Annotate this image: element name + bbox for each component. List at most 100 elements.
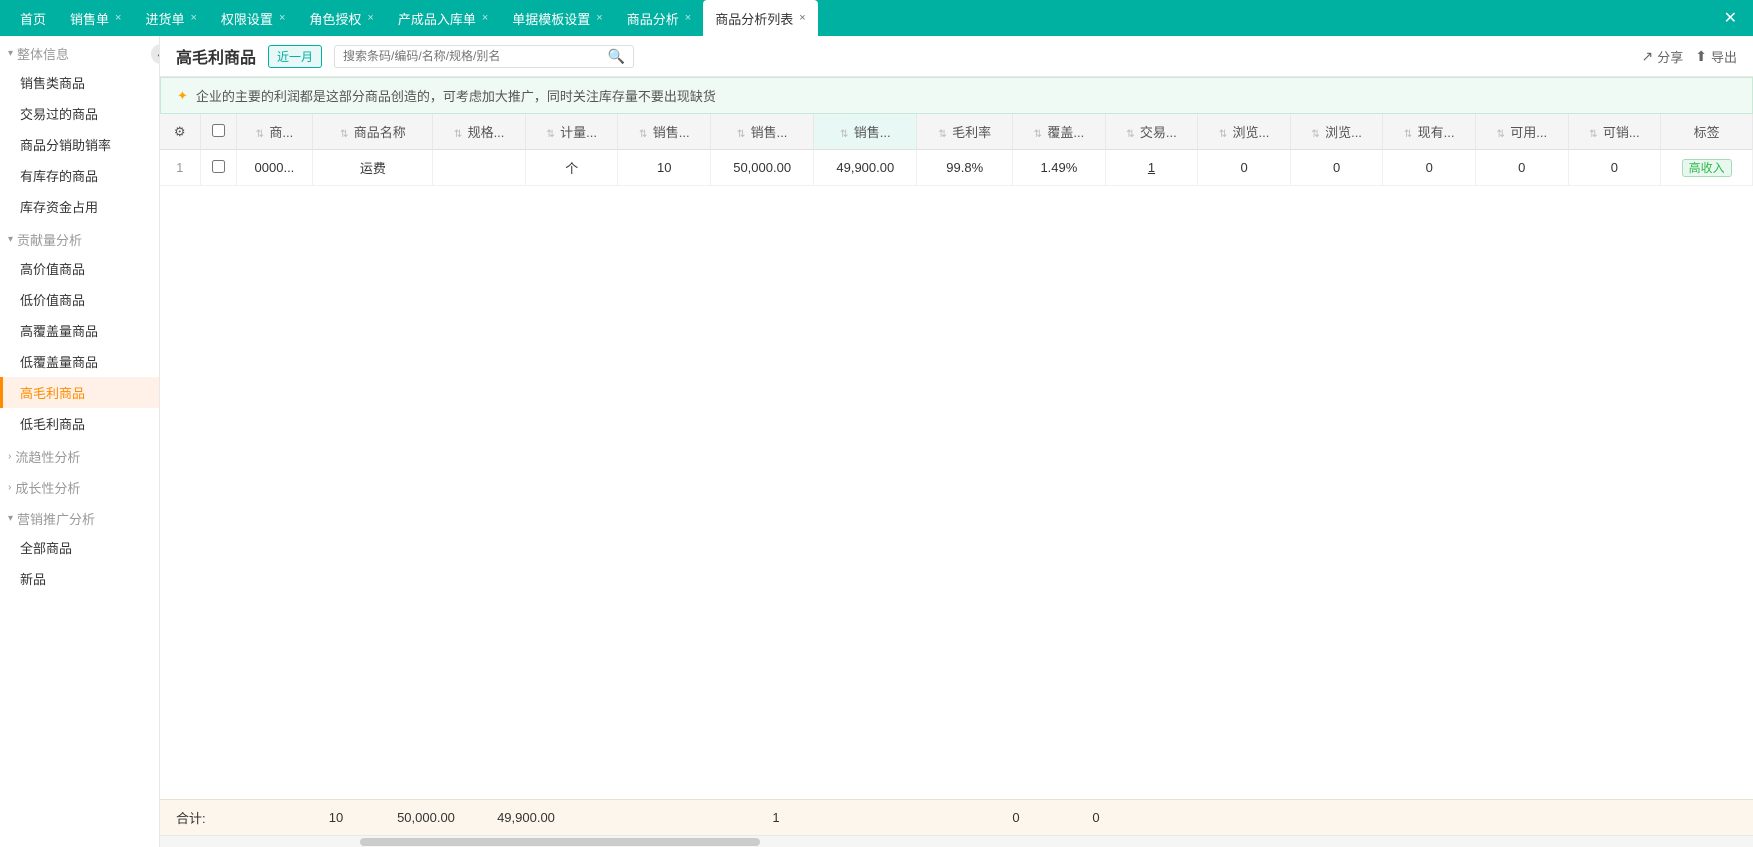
sort-icon-spec: ⇅	[454, 129, 462, 140]
sidebar-group-growth[interactable]: › 成长性分析	[0, 470, 159, 501]
sidebar-group-overall[interactable]: ▾ 整体信息	[0, 36, 159, 67]
select-all-checkbox[interactable]	[212, 124, 225, 137]
sidebar-item-low-margin[interactable]: 低毛利商品	[0, 408, 159, 439]
sidebar-item-sales-goods[interactable]: 销售类商品	[0, 67, 159, 98]
col-tag: 标签	[1661, 114, 1753, 150]
sidebar-item-traded-goods[interactable]: 交易过的商品	[0, 98, 159, 129]
col-stock-saleable[interactable]: ⇅ 可销...	[1568, 114, 1661, 150]
col-code[interactable]: ⇅ 商...	[236, 114, 313, 150]
sort-icon-sale3: ⇅	[840, 129, 848, 140]
row-stock-current: 0	[1383, 150, 1476, 186]
search-input[interactable]	[343, 49, 604, 63]
period-button[interactable]: 近一月	[268, 45, 322, 68]
footer-total: 合计: 10 50,000.00 49,900.00 1 0 0	[160, 799, 1753, 835]
col-coverage[interactable]: ⇅ 覆盖...	[1013, 114, 1106, 150]
sidebar: « ▾ 整体信息 销售类商品 交易过的商品 商品分销助销率 有库存的商品 库存资…	[0, 36, 160, 847]
group-arrow-marketing: ▾	[8, 513, 13, 524]
nav-tab-product-in[interactable]: 产成品入库单 ×	[386, 0, 500, 36]
sidebar-item-new-goods[interactable]: 新品	[0, 563, 159, 594]
main-layout: « ▾ 整体信息 销售类商品 交易过的商品 商品分销助销率 有库存的商品 库存资…	[0, 36, 1753, 847]
row-stock-saleable: 0	[1568, 150, 1661, 186]
sort-icon-gross-rate: ⇅	[938, 129, 946, 140]
sidebar-group-trend[interactable]: › 流趋性分析	[0, 439, 159, 470]
table-wrapper: ⚙ ⇅ 商... ⇅ 商品名称	[160, 114, 1753, 799]
horizontal-scrollbar[interactable]	[160, 835, 1753, 847]
settings-icon[interactable]: ⚙	[174, 124, 186, 139]
export-button[interactable]: ⬆ 导出	[1695, 47, 1737, 66]
col-stock-current[interactable]: ⇅ 现有...	[1383, 114, 1476, 150]
row-sale2: 50,000.00	[711, 150, 814, 186]
sort-icon-stock-saleable: ⇅	[1589, 129, 1597, 140]
nav-tab-sales[interactable]: 销售单 ×	[58, 0, 133, 36]
nav-tab-home[interactable]: 首页	[8, 0, 58, 36]
close-sales-tab[interactable]: ×	[115, 12, 121, 24]
nav-tab-purchase[interactable]: 进货单 ×	[133, 0, 208, 36]
col-browse1[interactable]: ⇅ 浏览...	[1198, 114, 1291, 150]
group-arrow-contribution: ▾	[8, 234, 13, 245]
row-tag: 高收入	[1661, 150, 1753, 186]
sidebar-item-high-margin[interactable]: 高毛利商品	[0, 377, 159, 408]
export-icon: ⬆	[1695, 48, 1707, 65]
sidebar-item-low-coverage[interactable]: 低覆盖量商品	[0, 346, 159, 377]
row-browse2: 0	[1290, 150, 1383, 186]
row-coverage: 1.49%	[1013, 150, 1106, 186]
col-gross-rate[interactable]: ⇅ 毛利率	[917, 114, 1013, 150]
sort-icon-unit: ⇅	[546, 129, 554, 140]
close-template-tab[interactable]: ×	[596, 12, 602, 24]
sidebar-group-contribution[interactable]: ▾ 贡献量分析	[0, 222, 159, 253]
footer-sale3: 49,900.00	[476, 810, 576, 825]
row-checkbox-cell[interactable]	[200, 150, 236, 186]
footer-sale2: 50,000.00	[376, 810, 476, 825]
sidebar-item-low-value[interactable]: 低价值商品	[0, 284, 159, 315]
sidebar-group-marketing[interactable]: ▾ 营销推广分析	[0, 501, 159, 532]
sidebar-item-stock-capital[interactable]: 库存资金占用	[0, 191, 159, 222]
close-product-in-tab[interactable]: ×	[482, 12, 488, 24]
group-arrow-growth: ›	[8, 482, 11, 493]
trade-link[interactable]: 1	[1148, 160, 1155, 175]
col-sale3[interactable]: ⇅ 销售...	[814, 114, 917, 150]
close-purchase-tab[interactable]: ×	[190, 12, 196, 24]
col-unit[interactable]: ⇅ 计量...	[525, 114, 618, 150]
nav-tab-product-analysis-list[interactable]: 商品分析列表 ×	[703, 0, 817, 36]
col-spec[interactable]: ⇅ 规格...	[433, 114, 526, 150]
nav-tab-product-analysis[interactable]: 商品分析 ×	[615, 0, 703, 36]
nav-tab-role[interactable]: 角色授权 ×	[297, 0, 385, 36]
share-icon: ↗	[1642, 48, 1654, 65]
scrollbar-thumb[interactable]	[360, 838, 760, 846]
nav-tab-permission[interactable]: 权限设置 ×	[209, 0, 297, 36]
sidebar-item-high-coverage[interactable]: 高覆盖量商品	[0, 315, 159, 346]
col-sale2[interactable]: ⇅ 销售...	[711, 114, 814, 150]
col-settings[interactable]: ⚙	[160, 114, 200, 150]
footer-sale1: 10	[296, 810, 376, 825]
tip-bar: ✦ 企业的主要的利润都是这部分商品创造的，可考虑加大推广，同时关注库存量不要出现…	[160, 77, 1753, 114]
sort-icon-sale2: ⇅	[737, 129, 745, 140]
tip-text: 企业的主要的利润都是这部分商品创造的，可考虑加大推广，同时关注库存量不要出现缺货	[196, 86, 716, 105]
footer-spacer2	[816, 810, 976, 825]
col-browse2[interactable]: ⇅ 浏览...	[1290, 114, 1383, 150]
sidebar-item-stocked-goods[interactable]: 有库存的商品	[0, 160, 159, 191]
col-checkbox[interactable]	[200, 114, 236, 150]
sidebar-item-all-goods[interactable]: 全部商品	[0, 532, 159, 563]
col-trade[interactable]: ⇅ 交易...	[1105, 114, 1198, 150]
row-trade[interactable]: 1	[1105, 150, 1198, 186]
search-icon[interactable]: 🔍	[608, 48, 625, 65]
row-checkbox[interactable]	[212, 160, 225, 173]
share-button[interactable]: ↗ 分享	[1642, 47, 1684, 66]
search-box[interactable]: 🔍	[334, 45, 634, 68]
sort-icon-browse2: ⇅	[1311, 129, 1319, 140]
close-role-tab[interactable]: ×	[367, 12, 373, 24]
col-stock-available[interactable]: ⇅ 可用...	[1476, 114, 1569, 150]
close-all-tabs[interactable]: ✕	[1716, 8, 1745, 28]
row-sale3: 49,900.00	[814, 150, 917, 186]
sidebar-item-high-value[interactable]: 高价值商品	[0, 253, 159, 284]
close-product-analysis-tab[interactable]: ×	[685, 12, 691, 24]
nav-tab-template[interactable]: 单据模板设置 ×	[500, 0, 614, 36]
close-product-analysis-list-tab[interactable]: ×	[799, 12, 805, 24]
sidebar-item-distribution-rate[interactable]: 商品分销助销率	[0, 129, 159, 160]
close-permission-tab[interactable]: ×	[279, 12, 285, 24]
col-sale1[interactable]: ⇅ 销售...	[618, 114, 711, 150]
row-spec	[433, 150, 526, 186]
col-name[interactable]: ⇅ 商品名称	[313, 114, 433, 150]
row-gross-rate: 99.8%	[917, 150, 1013, 186]
sort-icon-sale1: ⇅	[639, 129, 647, 140]
